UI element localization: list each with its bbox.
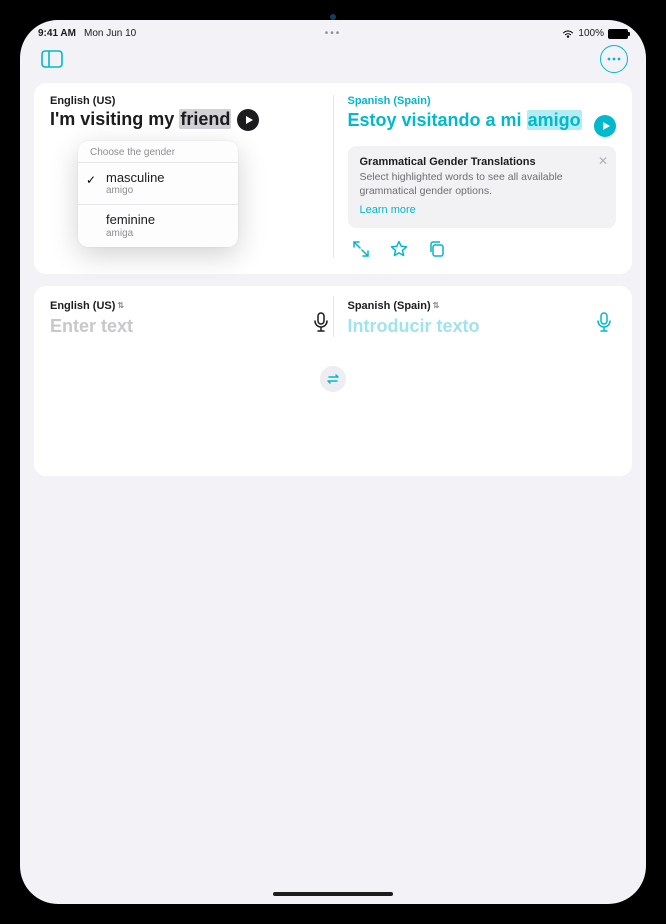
- close-info-button[interactable]: ✕: [598, 154, 608, 168]
- translation-input-card: English (US)⇅ Enter text Spanish (Spain)…: [34, 286, 632, 476]
- sidebar-toggle-button[interactable]: [38, 47, 66, 71]
- info-body: Select highlighted words to see all avai…: [360, 170, 605, 198]
- source-language-label: English (US): [50, 95, 319, 107]
- gender-selection-popup: Choose the gender ✓ masculine amigo femi…: [78, 141, 238, 247]
- highlighted-source-word[interactable]: friend: [179, 109, 231, 129]
- highlighted-target-word[interactable]: amigo: [527, 110, 582, 130]
- translation-result-card: English (US) I'm visiting my friend Choo…: [34, 83, 632, 274]
- status-bar: 9:41 AM Mon Jun 10 ••• 100%: [20, 20, 646, 41]
- more-options-button[interactable]: [600, 45, 628, 73]
- gender-option-feminine[interactable]: feminine amiga: [78, 204, 238, 246]
- target-language-label: Spanish (Spain): [348, 95, 617, 107]
- favorite-icon[interactable]: [390, 240, 408, 258]
- check-icon: ✓: [86, 173, 96, 187]
- multitask-dots[interactable]: •••: [325, 28, 342, 39]
- info-title: Grammatical Gender Translations: [360, 156, 605, 168]
- play-target-button[interactable]: [594, 115, 616, 137]
- play-source-button[interactable]: [237, 109, 259, 131]
- copy-icon[interactable]: [428, 240, 446, 258]
- chevron-updown-icon: ⇅: [117, 301, 124, 310]
- chevron-updown-icon: ⇅: [433, 301, 440, 310]
- target-text-input[interactable]: Introducir texto: [348, 316, 617, 337]
- wifi-icon: [562, 29, 574, 39]
- source-language-selector[interactable]: English (US)⇅: [50, 300, 124, 312]
- source-text-input[interactable]: Enter text: [50, 316, 319, 337]
- target-mic-button[interactable]: [596, 312, 612, 337]
- battery-label: 100%: [578, 28, 604, 39]
- status-time: 9:41 AM: [38, 28, 76, 39]
- gender-option-masculine[interactable]: ✓ masculine amigo: [78, 162, 238, 204]
- swap-languages-button[interactable]: [320, 366, 346, 392]
- status-date: Mon Jun 10: [84, 28, 136, 39]
- target-text[interactable]: Estoy visitando a mi amigo: [348, 109, 617, 132]
- source-text[interactable]: I'm visiting my friend: [50, 109, 231, 131]
- target-language-selector[interactable]: Spanish (Spain)⇅: [348, 300, 440, 312]
- expand-icon[interactable]: [352, 240, 370, 258]
- home-indicator[interactable]: [273, 892, 393, 896]
- popup-header: Choose the gender: [78, 141, 238, 162]
- battery-icon: [608, 29, 628, 39]
- learn-more-link[interactable]: Learn more: [360, 204, 416, 216]
- source-mic-button[interactable]: [313, 312, 329, 337]
- gender-info-box: ✕ Grammatical Gender Translations Select…: [348, 146, 617, 228]
